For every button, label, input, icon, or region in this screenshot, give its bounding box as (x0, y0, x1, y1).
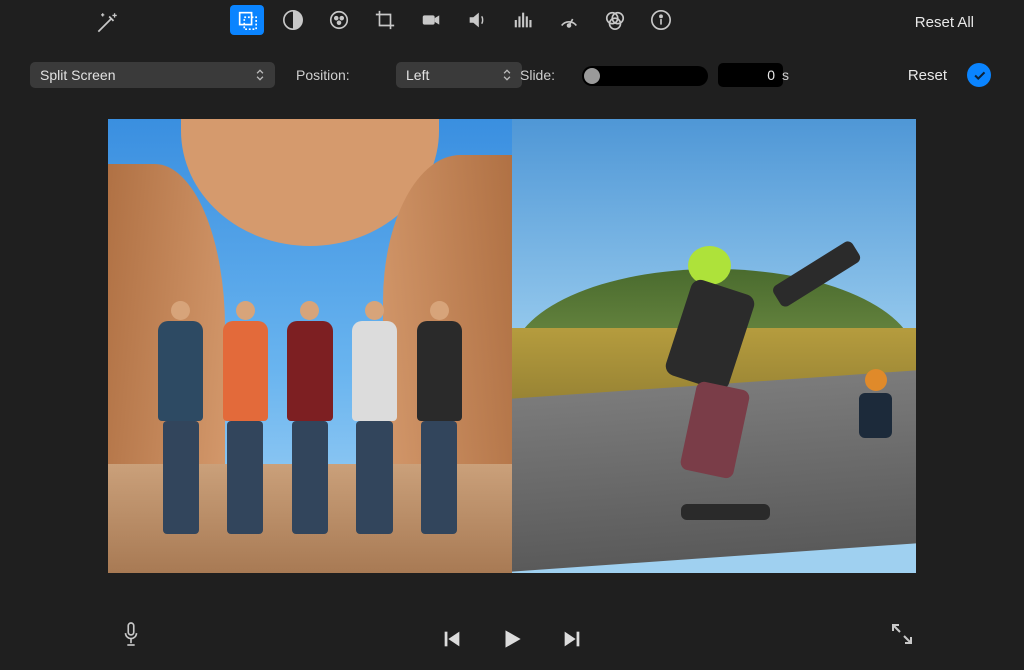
overlay-icon[interactable] (230, 5, 264, 35)
overlay-controls: Split Screen Position: Left Slide: 0 s R… (0, 54, 1024, 104)
play-button[interactable] (499, 626, 525, 652)
split-left-pane (108, 119, 512, 573)
next-frame-button[interactable] (561, 628, 583, 650)
position-value: Left (406, 67, 429, 83)
speed-dial-icon[interactable] (557, 8, 581, 32)
camera-icon[interactable] (419, 8, 443, 32)
slider-knob[interactable] (584, 68, 600, 84)
slide-duration-value[interactable]: 0 (718, 63, 783, 87)
fullscreen-icon[interactable] (890, 622, 914, 646)
crop-icon[interactable] (373, 8, 397, 32)
equalizer-icon[interactable] (511, 8, 535, 32)
overlay-mode-select[interactable]: Split Screen (30, 62, 275, 88)
previous-frame-button[interactable] (441, 628, 463, 650)
overlay-mode-value: Split Screen (40, 67, 115, 83)
info-icon[interactable] (649, 8, 673, 32)
slide-unit: s (782, 67, 789, 83)
apply-check-button[interactable] (967, 63, 991, 87)
position-label: Position: (296, 67, 350, 83)
magic-wand-icon[interactable] (94, 10, 120, 36)
transport-bar (0, 600, 1024, 670)
microphone-icon[interactable] (120, 620, 142, 648)
reset-button[interactable]: Reset (908, 67, 947, 84)
chevron-down-icon (500, 68, 514, 82)
filters-icon[interactable] (603, 8, 627, 32)
split-right-pane (512, 119, 916, 573)
adjustments-toolbar: Reset All (0, 0, 1024, 54)
position-select[interactable]: Left (396, 62, 522, 88)
color-wheel-icon[interactable] (327, 8, 351, 32)
slide-duration-slider[interactable] (582, 66, 708, 86)
reset-all-button[interactable]: Reset All (915, 14, 974, 31)
chevron-down-icon (253, 68, 267, 82)
slide-label: Slide: (520, 67, 555, 83)
color-balance-icon[interactable] (281, 8, 305, 32)
preview-viewport[interactable] (108, 119, 916, 573)
volume-icon[interactable] (465, 8, 489, 32)
